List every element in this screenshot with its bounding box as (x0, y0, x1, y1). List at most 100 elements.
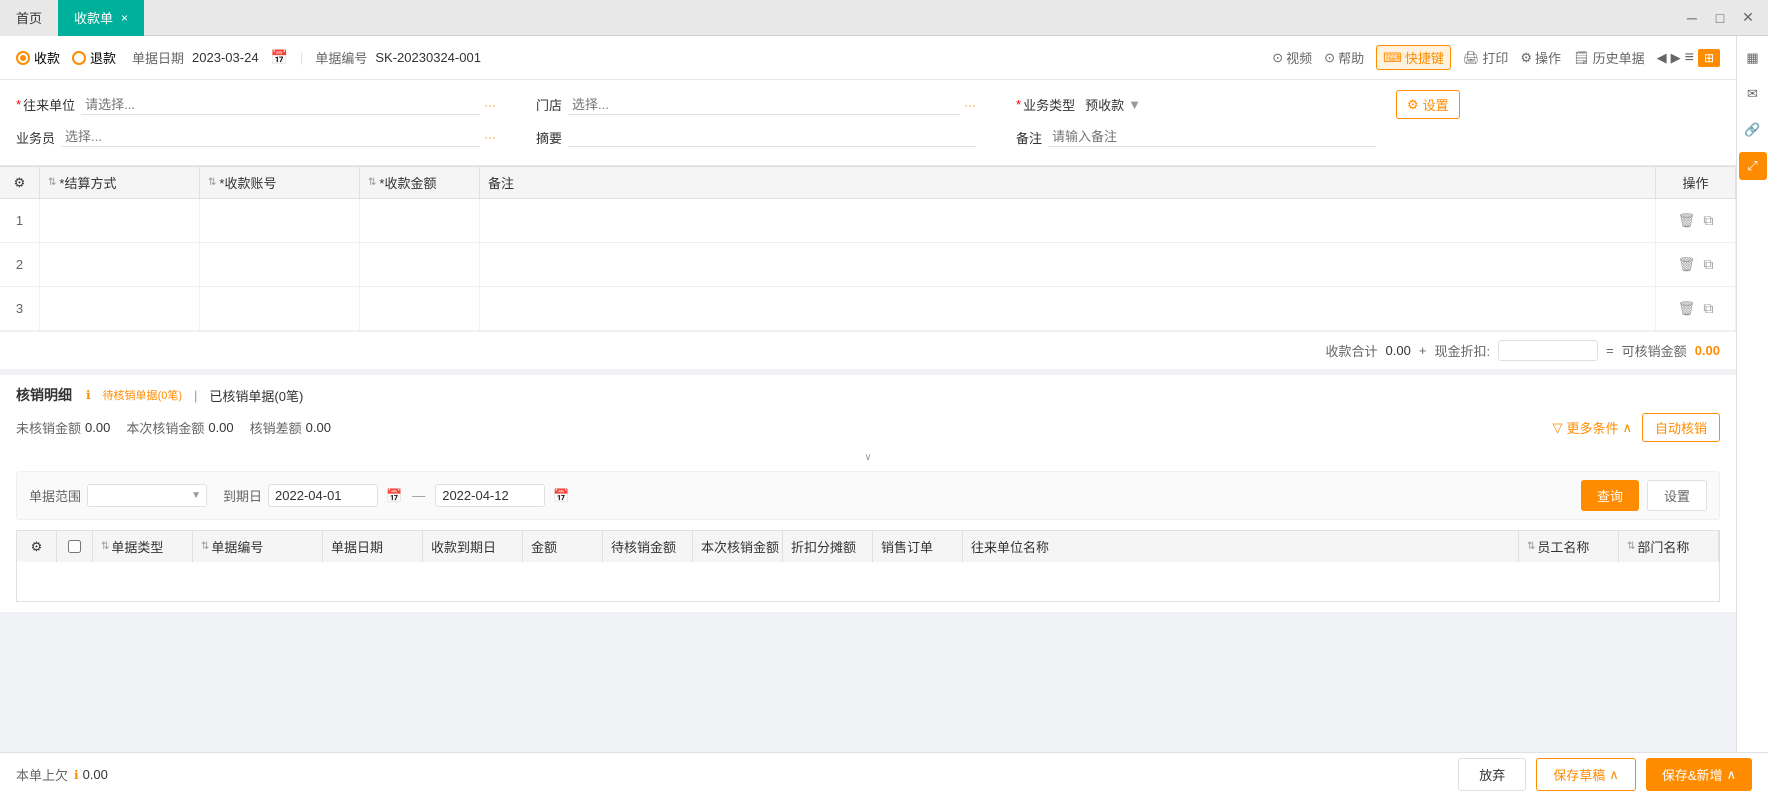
sub-th-dept-label: 部门名称 (1637, 537, 1689, 556)
expand-icon: ⤢ (1747, 158, 1757, 174)
maximize-button[interactable]: □ (1708, 6, 1732, 30)
num-sort-icon[interactable]: ⇅ (201, 541, 209, 552)
sort-icon[interactable]: ⇅ (48, 177, 56, 188)
biz-dropdown-icon[interactable]: ▼ (1128, 97, 1141, 112)
plus-sign: + (1419, 343, 1427, 358)
side-expand-icon[interactable]: ⤢ (1739, 152, 1767, 180)
side-table-icon[interactable]: ▦ (1739, 44, 1767, 72)
th-action: 操作 (1656, 167, 1736, 198)
row1-remark[interactable] (480, 199, 1656, 242)
summary-input[interactable] (568, 127, 976, 147)
receipt-type-group: 收款 退款 (16, 48, 116, 67)
tab-home[interactable]: 首页 (0, 0, 58, 36)
salesperson-ellipsis[interactable]: ··· (484, 130, 496, 144)
row1-amount[interactable] (360, 199, 480, 242)
party-input[interactable] (81, 95, 480, 115)
range-select[interactable] (87, 484, 207, 507)
row3-amount[interactable] (360, 287, 480, 330)
help-action[interactable]: ⊙ 帮助 (1324, 48, 1364, 67)
side-link-icon[interactable]: 🔗 (1739, 116, 1767, 144)
row2-num: 2 (0, 243, 40, 286)
row3-delete-icon[interactable]: 🗑 (1678, 300, 1696, 317)
date-label: 单据日期 (132, 48, 184, 67)
row2-settlement[interactable] (40, 243, 200, 286)
stat-info-icon[interactable]: ℹ (74, 768, 79, 782)
date-to-input[interactable] (435, 484, 545, 507)
query-button[interactable]: 查询 (1581, 480, 1639, 511)
row2-copy-icon[interactable]: ⧉ (1703, 256, 1713, 273)
grid-icon[interactable]: ⊞ (1698, 49, 1720, 67)
recon-info-icon[interactable]: ℹ (86, 388, 91, 402)
total-value: 0.00 (1386, 343, 1411, 358)
row3-settlement[interactable] (40, 287, 200, 330)
th-gear[interactable]: ⚙ (0, 167, 40, 198)
row3-account[interactable] (200, 287, 360, 330)
radio-receipt-label: 收款 (34, 48, 60, 67)
dept-sort-icon[interactable]: ⇅ (1627, 541, 1635, 552)
row1-delete-icon[interactable]: 🗑 (1678, 212, 1696, 229)
row2-delete-icon[interactable]: 🗑 (1678, 256, 1696, 273)
calendar-to-icon[interactable]: 📅 (553, 488, 569, 504)
close-button[interactable]: ✕ (1736, 6, 1760, 30)
sort-icon2[interactable]: ⇅ (208, 177, 216, 188)
shortcut-action[interactable]: ⌨ 快捷键 (1376, 45, 1451, 70)
save-new-button[interactable]: 保存&新增 ∧ (1646, 758, 1752, 791)
discount-input[interactable] (1498, 340, 1598, 361)
select-all-checkbox[interactable] (68, 540, 81, 553)
tab-sep: | (194, 388, 197, 403)
abandon-button[interactable]: 放弃 (1458, 758, 1526, 791)
calendar-from-icon[interactable]: 📅 (386, 488, 402, 504)
store-ellipsis[interactable]: ··· (964, 98, 976, 112)
row2-amount[interactable] (360, 243, 480, 286)
sort-icon3[interactable]: ⇅ (368, 177, 376, 188)
minimize-button[interactable]: ─ (1680, 6, 1704, 30)
done-tab[interactable]: 已核销单据(0笔) (209, 386, 303, 405)
sub-gear-icon: ⚙ (31, 539, 43, 555)
tab-close-icon[interactable]: × (121, 11, 128, 25)
remark-input[interactable] (1048, 127, 1376, 147)
print-action[interactable]: 🖨 打印 (1463, 48, 1509, 67)
sub-th-gear[interactable]: ⚙ (17, 531, 57, 562)
party-ellipsis[interactable]: ··· (484, 98, 496, 112)
list-icon[interactable]: ≡ (1685, 49, 1694, 67)
th-remark-label: 备注 (488, 173, 514, 192)
save-draft-button[interactable]: 保存草稿 ∧ (1536, 758, 1636, 791)
window-controls: ─ □ ✕ (1680, 6, 1768, 30)
more-filter-btn[interactable]: ▽ 更多条件 ∧ (1552, 418, 1632, 437)
date-from-input[interactable] (268, 484, 378, 507)
calendar-icon[interactable]: 📅 (271, 49, 288, 66)
type-sort-icon[interactable]: ⇅ (101, 541, 109, 552)
store-label: 门店 (536, 95, 562, 114)
summary-row: 收款合计 0.00 + 现金折扣: = 可核销金额 0.00 (0, 331, 1736, 369)
pending-count: (0笔) (158, 390, 182, 402)
chevron-down-icon[interactable]: ∨ (864, 452, 871, 463)
row2-remark[interactable] (480, 243, 1656, 286)
emp-sort-icon[interactable]: ⇅ (1527, 541, 1535, 552)
settings-button[interactable]: ⚙ 设置 (1396, 90, 1460, 119)
tab-receipt[interactable]: 收款单 × (58, 0, 144, 36)
operation-action[interactable]: ⚙ 操作 (1520, 48, 1561, 67)
reconciliation-section: 核销明细 ℹ 待核销单据(0笔) | 已核销单据(0笔) 未核销金额 0.00 … (0, 375, 1736, 612)
video-action[interactable]: ⊙ 视频 (1272, 48, 1312, 67)
row1-copy-icon[interactable]: ⧉ (1703, 212, 1713, 229)
row1-account[interactable] (200, 199, 360, 242)
filter-settings-button[interactable]: 设置 (1647, 480, 1707, 511)
diff-value: 0.00 (306, 420, 331, 435)
range-field: 单据范围 ▼ (29, 484, 207, 507)
row3-copy-icon[interactable]: ⧉ (1703, 300, 1713, 317)
row3-remark[interactable] (480, 287, 1656, 330)
store-input[interactable] (568, 95, 960, 115)
salesperson-input[interactable] (61, 127, 480, 147)
pending-tab[interactable]: 待核销单据(0笔) (103, 387, 182, 403)
next-icon[interactable]: ▶ (1671, 50, 1681, 66)
prev-icon[interactable]: ◀ (1657, 50, 1667, 66)
side-mail-icon[interactable]: ✉ (1739, 80, 1767, 108)
history-action[interactable]: 🗒 历史单据 (1573, 48, 1645, 67)
radio-receipt[interactable]: 收款 (16, 48, 60, 67)
row1-settlement[interactable] (40, 199, 200, 242)
sub-th-pending: 待核销金额 (603, 531, 693, 562)
row2-account[interactable] (200, 243, 360, 286)
auto-recon-button[interactable]: 自动核销 (1642, 413, 1720, 442)
radio-refund[interactable]: 退款 (72, 48, 116, 67)
video-label: 视频 (1286, 48, 1312, 67)
